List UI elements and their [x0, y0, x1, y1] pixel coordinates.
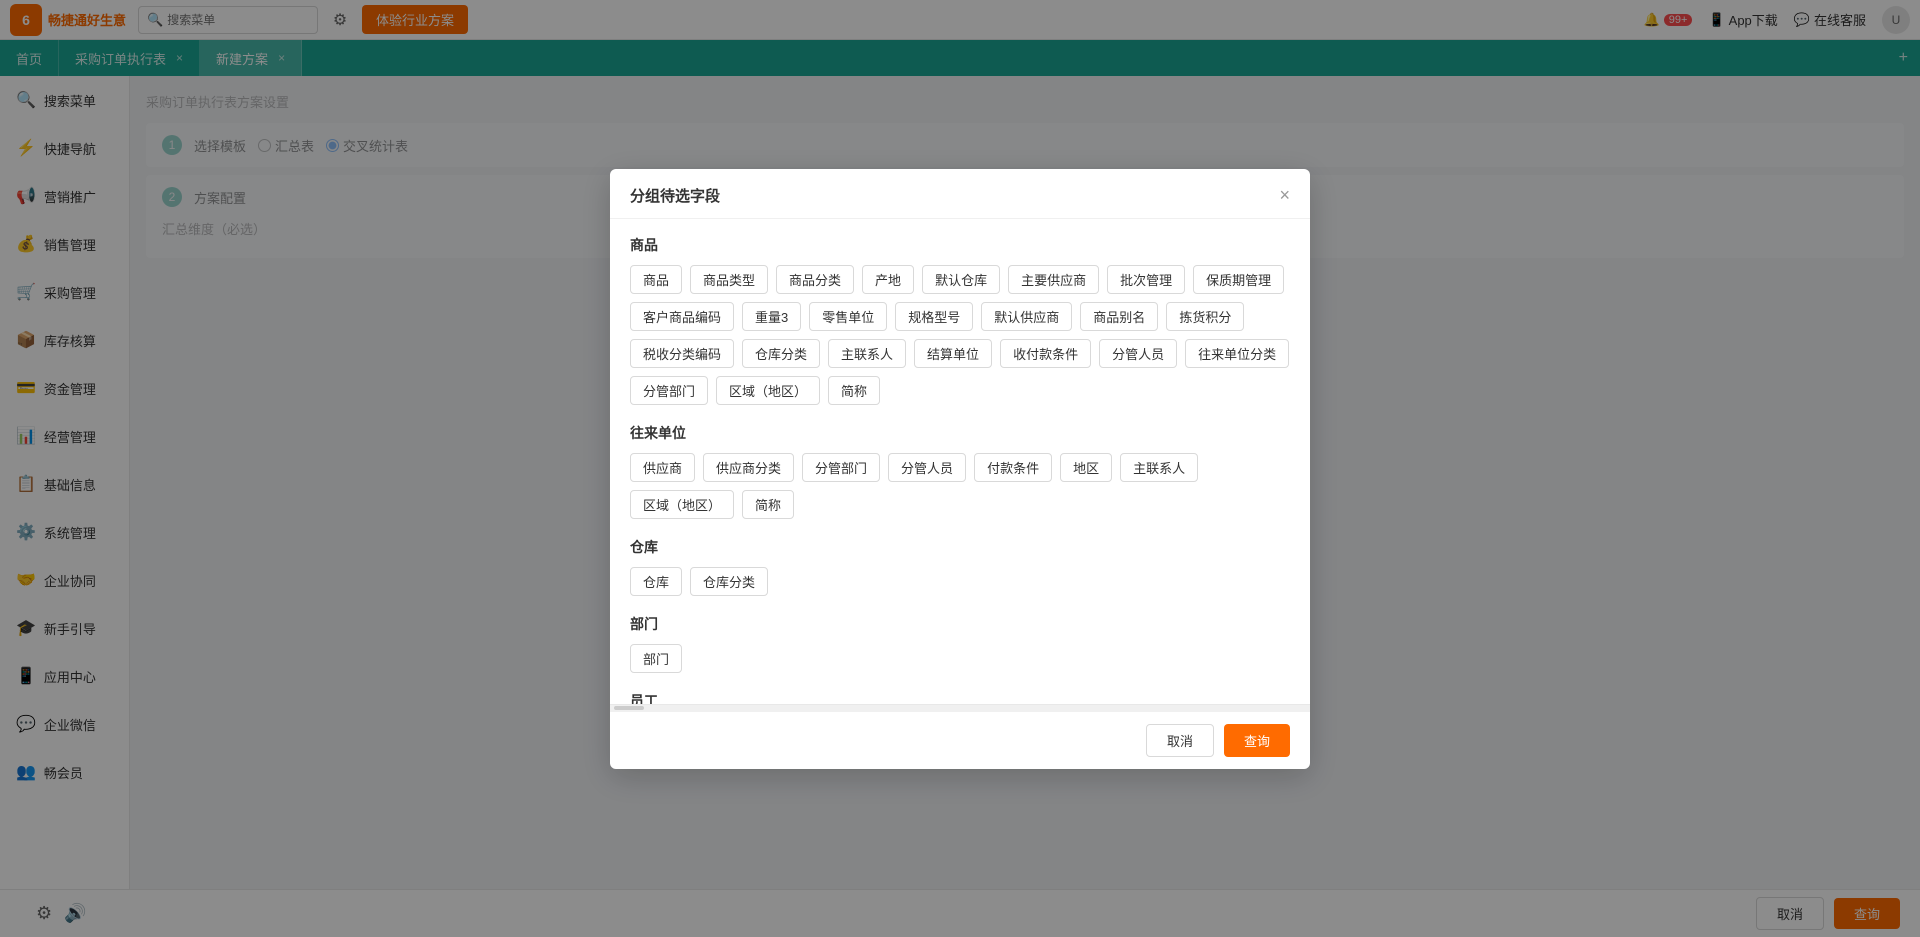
field-tag-product-24[interactable]: 简称	[828, 376, 880, 405]
field-tag-partner-6[interactable]: 主联系人	[1120, 453, 1198, 482]
field-group-partner-title: 往来单位	[630, 423, 1290, 443]
field-tag-product-10[interactable]: 零售单位	[809, 302, 887, 331]
field-tag-product-12[interactable]: 默认供应商	[981, 302, 1072, 331]
field-tag-product-1[interactable]: 商品类型	[690, 265, 768, 294]
field-group-product: 商品 商品 商品类型 商品分类 产地 默认仓库 主要供应商 批次管理 保质期管理…	[630, 235, 1290, 405]
field-group-warehouse-title: 仓库	[630, 537, 1290, 557]
field-selector-modal: 分组待选字段 × 商品 商品 商品类型 商品分类 产地 默认仓库 主要供应商 批…	[610, 169, 1310, 769]
field-tag-product-7[interactable]: 保质期管理	[1193, 265, 1284, 294]
field-tag-warehouse-1[interactable]: 仓库分类	[690, 567, 768, 596]
field-tag-partner-4[interactable]: 付款条件	[974, 453, 1052, 482]
field-tag-partner-5[interactable]: 地区	[1060, 453, 1112, 482]
field-tags-partner: 供应商 供应商分类 分管部门 分管人员 付款条件 地区 主联系人 区域（地区） …	[630, 453, 1290, 519]
field-tag-product-9[interactable]: 重量3	[742, 302, 801, 331]
field-group-product-title: 商品	[630, 235, 1290, 255]
field-tags-product: 商品 商品类型 商品分类 产地 默认仓库 主要供应商 批次管理 保质期管理 客户…	[630, 265, 1290, 405]
modal-scrollbar-horizontal[interactable]	[610, 704, 1310, 710]
field-tag-product-18[interactable]: 结算单位	[914, 339, 992, 368]
confirm-button[interactable]: 查询	[1224, 724, 1290, 757]
field-tag-product-2[interactable]: 商品分类	[776, 265, 854, 294]
field-tag-product-0[interactable]: 商品	[630, 265, 682, 294]
field-group-warehouse: 仓库 仓库 仓库分类	[630, 537, 1290, 596]
modal-overlay: 分组待选字段 × 商品 商品 商品类型 商品分类 产地 默认仓库 主要供应商 批…	[0, 0, 1920, 937]
field-tag-partner-3[interactable]: 分管人员	[888, 453, 966, 482]
field-tags-warehouse: 仓库 仓库分类	[630, 567, 1290, 596]
field-tag-product-15[interactable]: 税收分类编码	[630, 339, 734, 368]
field-tag-warehouse-0[interactable]: 仓库	[630, 567, 682, 596]
field-group-partner: 往来单位 供应商 供应商分类 分管部门 分管人员 付款条件 地区 主联系人 区域…	[630, 423, 1290, 519]
field-tag-product-19[interactable]: 收付款条件	[1000, 339, 1091, 368]
field-tag-product-11[interactable]: 规格型号	[895, 302, 973, 331]
field-tag-product-21[interactable]: 往来单位分类	[1185, 339, 1289, 368]
field-tag-product-16[interactable]: 仓库分类	[742, 339, 820, 368]
field-tag-partner-1[interactable]: 供应商分类	[703, 453, 794, 482]
field-group-staff-title: 员工	[630, 691, 1290, 705]
field-tag-partner-7[interactable]: 区域（地区）	[630, 490, 734, 519]
field-group-dept: 部门 部门	[630, 614, 1290, 673]
field-tag-partner-2[interactable]: 分管部门	[802, 453, 880, 482]
modal-header: 分组待选字段 ×	[610, 169, 1310, 219]
field-tag-partner-8[interactable]: 简称	[742, 490, 794, 519]
field-tag-product-22[interactable]: 分管部门	[630, 376, 708, 405]
field-tag-product-6[interactable]: 批次管理	[1107, 265, 1185, 294]
field-group-staff: 员工 业务员	[630, 691, 1290, 705]
field-tag-product-13[interactable]: 商品别名	[1080, 302, 1158, 331]
field-tag-product-5[interactable]: 主要供应商	[1008, 265, 1099, 294]
field-tags-dept: 部门	[630, 644, 1290, 673]
field-tag-product-4[interactable]: 默认仓库	[922, 265, 1000, 294]
field-tag-partner-0[interactable]: 供应商	[630, 453, 695, 482]
field-tag-dept-0[interactable]: 部门	[630, 644, 682, 673]
cancel-button[interactable]: 取消	[1146, 724, 1214, 757]
field-tag-product-17[interactable]: 主联系人	[828, 339, 906, 368]
modal-body: 商品 商品 商品类型 商品分类 产地 默认仓库 主要供应商 批次管理 保质期管理…	[610, 219, 1310, 705]
field-tag-product-20[interactable]: 分管人员	[1099, 339, 1177, 368]
modal-title: 分组待选字段	[630, 185, 720, 206]
field-tag-product-14[interactable]: 拣货积分	[1166, 302, 1244, 331]
modal-close-button[interactable]: ×	[1279, 186, 1290, 204]
field-tag-product-8[interactable]: 客户商品编码	[630, 302, 734, 331]
field-group-dept-title: 部门	[630, 614, 1290, 634]
field-tag-product-23[interactable]: 区域（地区）	[716, 376, 820, 405]
field-tag-product-3[interactable]: 产地	[862, 265, 914, 294]
modal-footer: 取消 查询	[610, 711, 1310, 769]
